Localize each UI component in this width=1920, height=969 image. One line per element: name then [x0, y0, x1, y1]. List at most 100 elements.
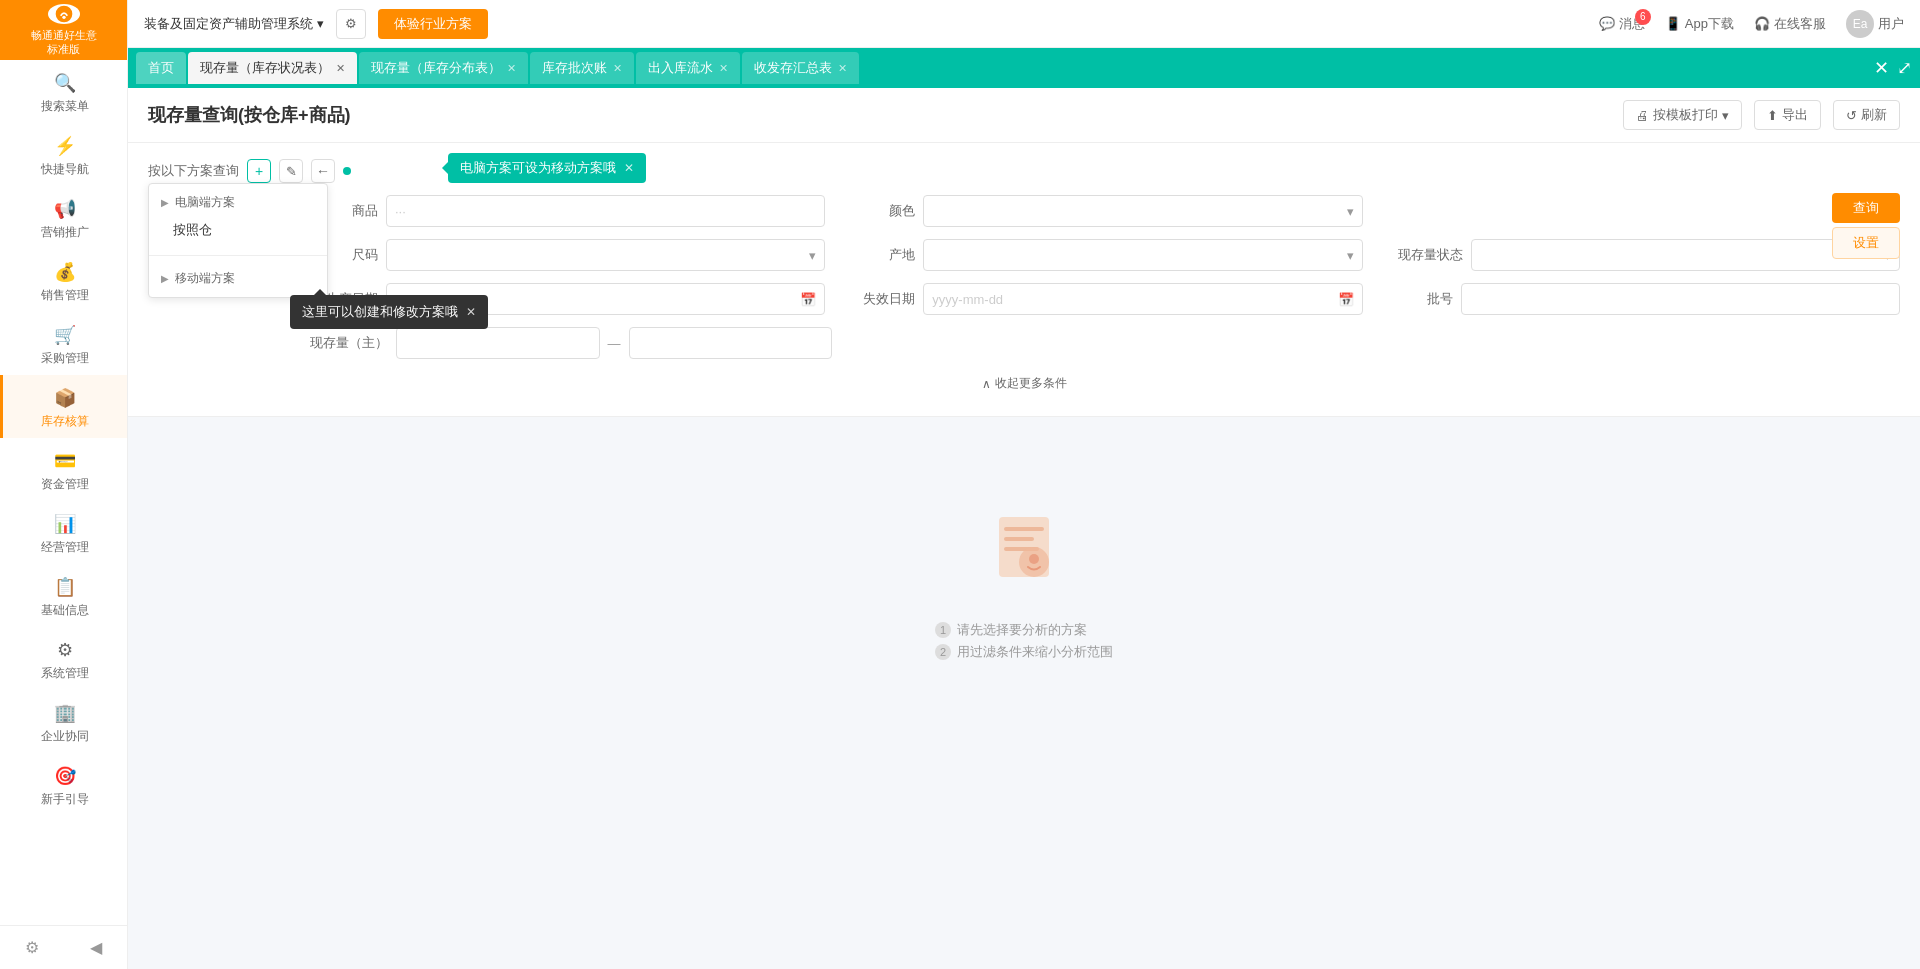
sidebar-item-enterprise[interactable]: 🏢 企业协同 [0, 690, 127, 753]
tooltip-dark-container: 这里可以创建和修改方案哦 ✕ [290, 295, 488, 329]
system-selector[interactable]: 装备及固定资产辅助管理系统 ▾ [144, 15, 324, 33]
try-industry-btn[interactable]: 体验行业方案 [378, 9, 488, 39]
range-separator: — [608, 336, 621, 351]
avatar: Ea [1846, 10, 1874, 38]
tab-collect-summary[interactable]: 收发存汇总表 ✕ [742, 52, 859, 84]
sidebar-item-operation[interactable]: 📊 经营管理 [0, 501, 127, 564]
tooltip-green-close[interactable]: ✕ [624, 161, 634, 175]
filter-row-3: 生产日期 yyyy-mm-dd 📅 失效日期 yyyy-mm-dd 📅 [308, 283, 1900, 315]
tab-home-label: 首页 [148, 59, 174, 77]
sidebar-item-inventory[interactable]: 📦 库存核算 [0, 375, 127, 438]
add-scheme-btn[interactable]: + [247, 159, 271, 183]
tab-inventory-dist-close[interactable]: ✕ [507, 62, 516, 75]
sales-icon: 💰 [54, 261, 76, 283]
scheme-item-desktop[interactable]: 按照仓 [149, 215, 327, 245]
messages-btn[interactable]: 💬 消息 6 [1599, 15, 1645, 33]
sidebar-item-marketing[interactable]: 📢 营销推广 [0, 186, 127, 249]
purchase-icon: 🛒 [54, 324, 76, 346]
main-area: 装备及固定资产辅助管理系统 ▾ ⚙ 体验行业方案 💬 消息 6 📱 App下载 … [128, 0, 1920, 969]
tab-collect-summary-close[interactable]: ✕ [838, 62, 847, 75]
tab-in-out-flow-label: 出入库流水 [648, 59, 713, 77]
tab-home[interactable]: 首页 [136, 52, 186, 84]
field-batch-label: 批号 [1383, 290, 1453, 308]
arrow-icon: ▶ [161, 197, 169, 208]
tab-inventory-status-close[interactable]: ✕ [336, 62, 345, 75]
app-download-btn[interactable]: 📱 App下载 [1665, 15, 1734, 33]
quantity-end-input[interactable] [629, 327, 833, 359]
sidebar-item-finance[interactable]: 💳 资金管理 [0, 438, 127, 501]
desktop-scheme-header[interactable]: ▶ 电脑端方案 [149, 190, 327, 215]
tooltip-dark-close[interactable]: ✕ [466, 305, 476, 319]
refresh-icon: ↺ [1846, 108, 1857, 123]
settings-gear-btn[interactable]: ⚙ [336, 9, 366, 39]
field-quantity-label: 现存量（主） [308, 334, 388, 352]
empty-state: 1 请先选择要分析的方案 2 用过滤条件来缩小分析范围 [128, 417, 1920, 745]
sidebar-item-guide[interactable]: 🎯 新手引导 [0, 753, 127, 816]
sidebar-item-sales[interactable]: 💰 销售管理 [0, 249, 127, 312]
svg-point-7 [1029, 554, 1039, 564]
system-name: 装备及固定资产辅助管理系统 [144, 15, 313, 33]
product-input[interactable]: ··· [386, 195, 825, 227]
sidebar-label-guide: 新手引导 [41, 791, 89, 808]
tab-batch-ledger-close[interactable]: ✕ [613, 62, 622, 75]
tab-inventory-status[interactable]: 现存量（库存状况表） ✕ [188, 52, 357, 84]
origin-select[interactable]: ▾ [923, 239, 1362, 271]
calendar-icon: 📅 [800, 292, 816, 307]
sidebar-item-basic[interactable]: 📋 基础信息 [0, 564, 127, 627]
sidebar-item-purchase[interactable]: 🛒 采购管理 [0, 312, 127, 375]
settings-bottom-icon[interactable]: ⚙ [25, 938, 39, 957]
scheme-divider [149, 255, 327, 256]
collapse-sidebar-btn[interactable]: ◀ [90, 938, 102, 957]
expand-btn[interactable]: ⤢ [1897, 57, 1912, 79]
quick-icon: ⚡ [54, 135, 76, 157]
edit-scheme-btn[interactable]: ✎ [279, 159, 303, 183]
marketing-icon: 📢 [54, 198, 76, 220]
tab-collect-summary-label: 收发存汇总表 [754, 59, 832, 77]
mobile-scheme-header[interactable]: ▶ 移动端方案 [149, 266, 327, 291]
export-label: 导出 [1782, 106, 1808, 124]
collapse-btn[interactable]: ∧ 收起更多条件 [148, 367, 1900, 400]
batch-input[interactable] [1461, 283, 1900, 315]
quantity-start-input[interactable] [396, 327, 600, 359]
tab-in-out-flow-close[interactable]: ✕ [719, 62, 728, 75]
close-all-tabs-btn[interactable]: ✕ [1874, 57, 1889, 79]
size-select[interactable]: ▾ [386, 239, 825, 271]
print-template-btn[interactable]: 🖨 按模板打印 ▾ [1623, 100, 1742, 130]
reset-btn[interactable]: 设置 [1832, 227, 1900, 259]
color-select[interactable]: ▾ [923, 195, 1362, 227]
export-btn[interactable]: ⬆ 导出 [1754, 100, 1821, 130]
collapse-icon: ∧ [982, 377, 991, 391]
tab-inventory-dist[interactable]: 现存量（库存分布表） ✕ [359, 52, 528, 84]
refresh-btn[interactable]: ↺ 刷新 [1833, 100, 1900, 130]
sidebar-item-search[interactable]: 🔍 搜索菜单 [0, 60, 127, 123]
system-dropdown-icon: ▾ [317, 16, 324, 31]
print-icon: 🖨 [1636, 108, 1649, 123]
tab-inventory-dist-label: 现存量（库存分布表） [371, 59, 501, 77]
header-right: 💬 消息 6 📱 App下载 🎧 在线客服 Ea 用户 [1599, 10, 1904, 38]
export-icon: ⬆ [1767, 108, 1778, 123]
field-color: 颜色 ▾ [845, 195, 1362, 227]
filter-rows: 商品 ··· 颜色 ▾ [308, 195, 1900, 359]
filter-row-1: 商品 ··· 颜色 ▾ [308, 195, 1900, 227]
back-scheme-btn[interactable]: ← [311, 159, 335, 183]
sidebar-label-basic: 基础信息 [41, 602, 89, 619]
sidebar-item-system[interactable]: ⚙ 系统管理 [0, 627, 127, 690]
color-arrow: ▾ [1347, 204, 1354, 219]
online-support-btn[interactable]: 🎧 在线客服 [1754, 15, 1826, 33]
avatar-text: Ea [1853, 17, 1868, 31]
scheme-left-panel: ▶ 电脑端方案 按照仓 ▶ 移动端方案 [148, 191, 303, 298]
tab-in-out-flow[interactable]: 出入库流水 ✕ [636, 52, 740, 84]
user-area[interactable]: Ea 用户 [1846, 10, 1904, 38]
page-header: 现存量查询(按仓库+商品) 🖨 按模板打印 ▾ ⬆ 导出 ↺ 刷新 [128, 88, 1920, 143]
desktop-scheme-label: 电脑端方案 [175, 194, 235, 211]
tab-batch-ledger[interactable]: 库存批次账 ✕ [530, 52, 634, 84]
tooltip-dark-text: 这里可以创建和修改方案哦 [302, 303, 458, 321]
sidebar-item-quick[interactable]: ⚡ 快捷导航 [0, 123, 127, 186]
expire-date-input[interactable]: yyyy-mm-dd 📅 [923, 283, 1362, 315]
query-btn[interactable]: 查询 [1832, 193, 1900, 223]
sidebar-label-finance: 资金管理 [41, 476, 89, 493]
system-icon: ⚙ [57, 639, 73, 661]
tip-num-1: 1 [935, 622, 951, 638]
filter-area: 按以下方案查询 + ✎ ← ▶ 电脑端方案 按照仓 [128, 143, 1920, 417]
print-dropdown-icon: ▾ [1722, 108, 1729, 123]
